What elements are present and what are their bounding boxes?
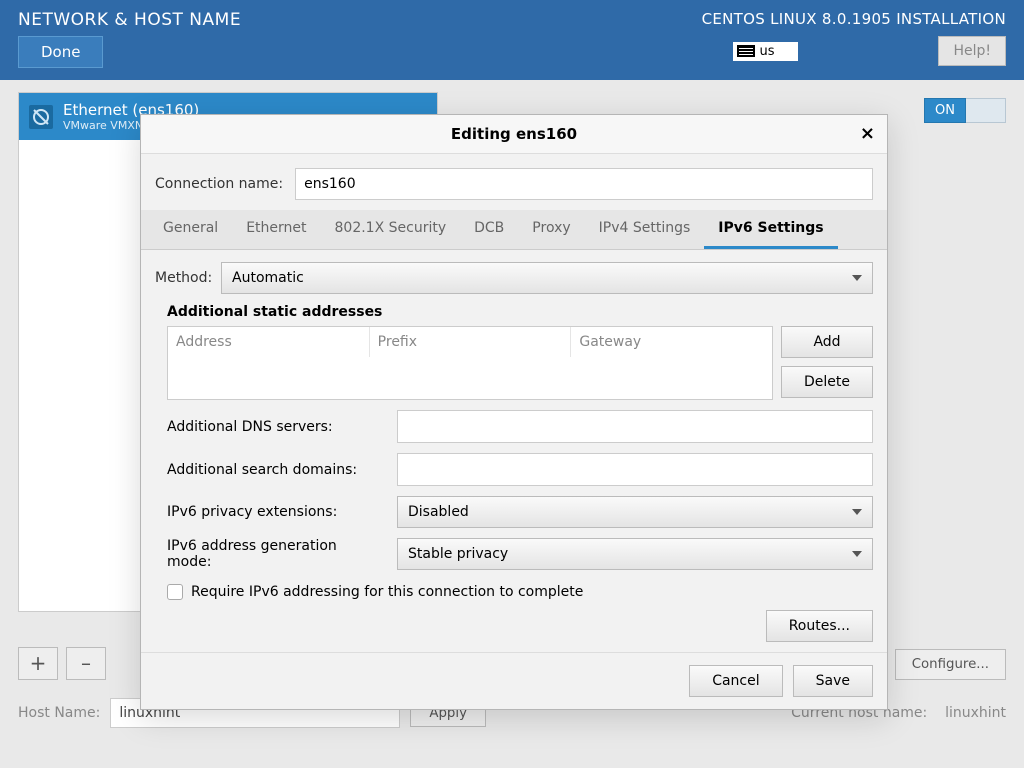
toggle-slot (966, 98, 1006, 123)
configure-button[interactable]: Configure... (895, 649, 1006, 680)
chevron-down-icon (852, 509, 862, 515)
addr-gen-label: IPv6 address generation mode: (167, 538, 385, 570)
connection-toggle[interactable]: ON (924, 98, 1006, 123)
tab-8021x[interactable]: 802.1X Security (321, 210, 461, 249)
require-ipv6-label: Require IPv6 addressing for this connect… (191, 584, 583, 600)
delete-address-button[interactable]: Delete (781, 366, 873, 398)
connection-name-input[interactable] (295, 168, 873, 200)
dialog-titlebar: Editing ens160 × (141, 115, 887, 154)
connection-name-label: Connection name: (155, 176, 283, 192)
keyboard-icon (737, 45, 755, 57)
method-value: Automatic (232, 270, 304, 286)
close-icon[interactable]: × (860, 123, 875, 144)
help-button[interactable]: Help! (938, 36, 1006, 66)
edit-connection-dialog: Editing ens160 × Connection name: Genera… (140, 114, 888, 710)
dialog-tabs: General Ethernet 802.1X Security DCB Pro… (141, 210, 887, 250)
hostname-label: Host Name: (18, 705, 100, 721)
tab-ipv4[interactable]: IPv4 Settings (585, 210, 705, 249)
page-title: NETWORK & HOST NAME (18, 10, 241, 30)
search-domains-input[interactable] (397, 453, 873, 486)
tab-general[interactable]: General (149, 210, 232, 249)
installer-header: NETWORK & HOST NAME Done CENTOS LINUX 8.… (0, 0, 1024, 80)
dialog-title: Editing ens160 (451, 125, 577, 143)
remove-interface-button[interactable]: – (66, 647, 106, 680)
current-hostname-value: linuxhint (945, 705, 1006, 721)
routes-button[interactable]: Routes... (766, 610, 873, 642)
method-select[interactable]: Automatic (221, 262, 873, 294)
privacy-ext-value: Disabled (408, 504, 469, 520)
save-button[interactable]: Save (793, 665, 873, 697)
ethernet-icon (29, 105, 53, 129)
require-ipv6-checkbox[interactable]: Require IPv6 addressing for this connect… (167, 584, 873, 600)
chevron-down-icon (852, 275, 862, 281)
chevron-down-icon (852, 551, 862, 557)
tab-proxy[interactable]: Proxy (518, 210, 584, 249)
address-table[interactable]: Address Prefix Gateway (167, 326, 773, 400)
col-address: Address (168, 327, 370, 357)
add-interface-button[interactable]: + (18, 647, 58, 680)
method-label: Method: (155, 270, 209, 286)
add-address-button[interactable]: Add (781, 326, 873, 358)
tab-ethernet[interactable]: Ethernet (232, 210, 320, 249)
installer-label: CENTOS LINUX 8.0.1905 INSTALLATION (702, 10, 1006, 28)
keyboard-layout: us (759, 44, 774, 59)
tab-ipv6[interactable]: IPv6 Settings (704, 210, 837, 249)
col-prefix: Prefix (370, 327, 572, 357)
addr-gen-select[interactable]: Stable privacy (397, 538, 873, 570)
tab-dcb[interactable]: DCB (460, 210, 518, 249)
privacy-ext-select[interactable]: Disabled (397, 496, 873, 528)
keyboard-indicator[interactable]: us (733, 42, 798, 61)
col-gateway: Gateway (571, 327, 772, 357)
dns-servers-label: Additional DNS servers: (167, 419, 385, 435)
checkbox-icon (167, 584, 183, 600)
done-button[interactable]: Done (18, 36, 103, 68)
search-domains-label: Additional search domains: (167, 462, 385, 478)
additional-addresses-title: Additional static addresses (167, 304, 873, 320)
cancel-button[interactable]: Cancel (689, 665, 782, 697)
privacy-ext-label: IPv6 privacy extensions: (167, 504, 385, 520)
toggle-on-label: ON (924, 98, 966, 123)
addr-gen-value: Stable privacy (408, 546, 508, 562)
dns-servers-input[interactable] (397, 410, 873, 443)
